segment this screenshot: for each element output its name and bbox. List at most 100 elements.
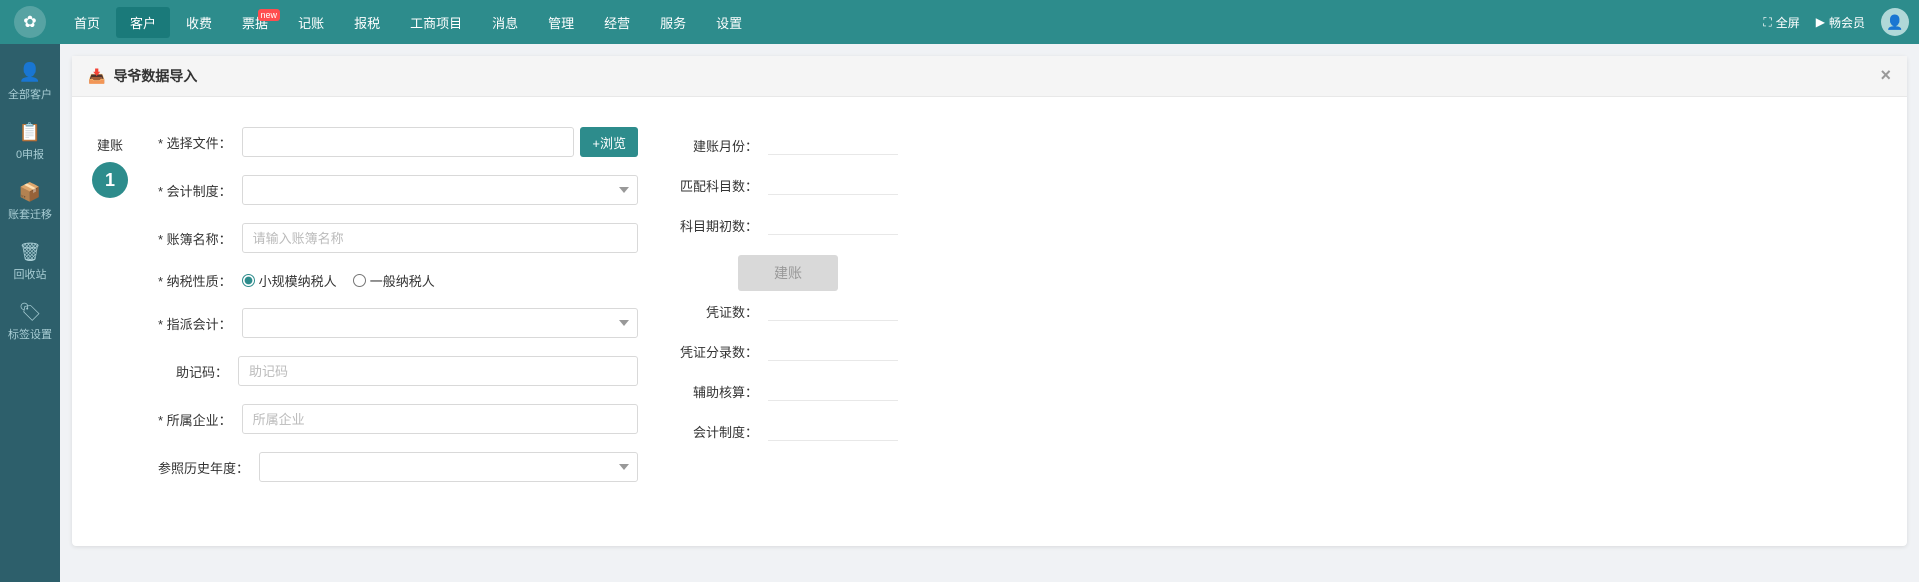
info-auxiliary-value (768, 381, 898, 401)
account-migration-icon: 📦 (19, 182, 41, 203)
nav-right-area: ⛶ 全屏 ▶ 畅会员 👤 (1763, 8, 1909, 36)
info-section: 建账月份： 匹配科目数： 科目期初数： 建账 (638, 127, 898, 500)
sidebar-item-all-customers[interactable]: 👤 全部客户 (0, 54, 60, 110)
accountant-label: * 指派会计： (158, 314, 242, 333)
ledger-name-input[interactable] (242, 223, 638, 253)
sidebar-item-tag-settings[interactable]: 🏷 标签设置 (0, 294, 60, 350)
nav-item-tickets[interactable]: 票据 new (228, 7, 282, 38)
zero-declaration-icon: 📋 (19, 122, 41, 143)
ledger-name-row: * 账簿名称： (158, 223, 638, 253)
info-match-label: 匹配科目数： (678, 176, 768, 195)
fullscreen-button[interactable]: ⛶ 全屏 (1763, 14, 1799, 31)
memo-label: 助记码： (158, 362, 238, 381)
file-row: +浏览 (242, 127, 638, 157)
sidebar-item-zero-declaration[interactable]: 📋 0申报 (0, 114, 60, 170)
nav-menu: 首页 客户 收费 票据 new 记账 报税 工商项目 消息 管理 经营 服务 设… (60, 7, 1763, 38)
tax-type-row: * 纳税性质： 小规模纳税人 一般纳税人 (158, 271, 638, 290)
tax-general-radio[interactable] (353, 274, 366, 287)
ledger-name-label: * 账簿名称： (158, 229, 242, 248)
history-year-select[interactable] (259, 452, 638, 482)
content-area: 📥 导爷数据导入 × 建账 1 * 选择文件： (60, 44, 1919, 582)
info-month-value (768, 135, 898, 155)
new-badge: new (258, 9, 281, 22)
sidebar-item-recycle-bin[interactable]: 🗑 回收站 (0, 234, 60, 290)
nav-item-home[interactable]: 首页 (60, 7, 114, 38)
avatar[interactable]: 👤 (1881, 8, 1909, 36)
tax-type-label: * 纳税性质： (158, 271, 242, 290)
avatar-icon: 👤 (1886, 14, 1903, 31)
dialog-header-icon: 📥 (88, 68, 105, 85)
form-section: * 选择文件： +浏览 * 会计制度： (158, 127, 638, 500)
info-voucher-value (768, 301, 898, 321)
history-year-row: 参照历史年度： (158, 452, 638, 482)
nav-item-settings[interactable]: 设置 (702, 7, 756, 38)
info-period-label: 科目期初数： (678, 216, 768, 235)
info-accounting-system-row: 会计制度： (678, 421, 898, 441)
import-dialog: 📥 导爷数据导入 × 建账 1 * 选择文件： (72, 56, 1907, 546)
info-month-row: 建账月份： (678, 135, 898, 155)
nav-item-customers[interactable]: 客户 (116, 7, 170, 38)
dialog-title: 导爷数据导入 (113, 66, 197, 86)
info-match-row: 匹配科目数： (678, 175, 898, 195)
dialog-header: 📥 导爷数据导入 × (72, 56, 1907, 97)
browse-button[interactable]: +浏览 (580, 127, 638, 157)
main-layout: 👤 全部客户 📋 0申报 📦 账套迁移 🗑 回收站 🏷 标签设置 📥 导爷数据导… (0, 44, 1919, 582)
top-navigation: ✿ 首页 客户 收费 票据 new 记账 报税 工商项目 消息 管理 经营 服务… (0, 0, 1919, 44)
company-row: * 所属企业： (158, 404, 638, 434)
info-accounting-system-label: 会计制度： (678, 422, 768, 441)
tax-small-label[interactable]: 小规模纳税人 (242, 271, 337, 290)
info-accounting-system-value (768, 421, 898, 441)
info-voucher-label: 凭证数： (678, 302, 768, 321)
fullscreen-icon: ⛶ (1763, 15, 1771, 30)
app-logo: ✿ (10, 2, 50, 42)
tag-settings-icon: 🏷 (19, 302, 42, 323)
accountant-select[interactable] (242, 308, 638, 338)
file-select-row: * 选择文件： +浏览 (158, 127, 638, 157)
info-voucher-entries-label: 凭证分录数： (678, 342, 768, 361)
info-period-value (768, 215, 898, 235)
tax-general-label[interactable]: 一般纳税人 (353, 271, 435, 290)
info-voucher-row: 凭证数： (678, 301, 898, 321)
info-period-row: 科目期初数： (678, 215, 898, 235)
history-year-label: 参照历史年度： (158, 458, 259, 477)
sidebar-item-account-migration[interactable]: 📦 账套迁移 (0, 174, 60, 230)
nav-item-messages[interactable]: 消息 (478, 7, 532, 38)
sidebar: 👤 全部客户 📋 0申报 📦 账套迁移 🗑 回收站 🏷 标签设置 (0, 44, 60, 582)
dialog-body: 建账 1 * 选择文件： +浏览 * 会计制度： (72, 97, 1907, 520)
all-customers-icon: 👤 (19, 62, 41, 83)
close-button[interactable]: × (1880, 66, 1891, 84)
memo-input[interactable] (238, 356, 638, 386)
info-auxiliary-label: 辅助核算： (678, 382, 768, 401)
nav-item-services[interactable]: 服务 (646, 7, 700, 38)
accounting-system-row: * 会计制度： (158, 175, 638, 205)
step-label: 建账 (97, 135, 123, 154)
info-auxiliary-row: 辅助核算： (678, 381, 898, 401)
build-account-button[interactable]: 建账 (738, 255, 838, 291)
build-btn-area: 建账 (678, 255, 898, 291)
file-input[interactable] (242, 127, 575, 157)
tax-small-text: 小规模纳税人 (259, 271, 337, 290)
step-circle: 1 (92, 162, 128, 198)
step-area: 建账 1 (92, 127, 128, 500)
nav-item-management[interactable]: 管理 (534, 7, 588, 38)
tax-type-radio-group: 小规模纳税人 一般纳税人 (242, 271, 435, 290)
info-month-label: 建账月份： (678, 136, 768, 155)
membership-button[interactable]: ▶ 畅会员 (1816, 14, 1865, 31)
tax-small-radio[interactable] (242, 274, 255, 287)
recycle-bin-icon: 🗑 (19, 242, 42, 263)
company-input[interactable] (242, 404, 638, 434)
accounting-system-label: * 会计制度： (158, 181, 242, 200)
info-voucher-entries-value (768, 341, 898, 361)
tax-general-text: 一般纳税人 (370, 271, 435, 290)
membership-icon: ▶ (1816, 15, 1825, 29)
nav-item-operations[interactable]: 经营 (590, 7, 644, 38)
accounting-system-select[interactable] (242, 175, 638, 205)
info-match-value (768, 175, 898, 195)
nav-item-accounting[interactable]: 记账 (284, 7, 338, 38)
memo-row: 助记码： (158, 356, 638, 386)
nav-item-fees[interactable]: 收费 (172, 7, 226, 38)
logo-icon: ✿ (14, 6, 46, 38)
nav-item-tax[interactable]: 报税 (340, 7, 394, 38)
nav-item-projects[interactable]: 工商项目 (396, 7, 476, 38)
accountant-row: * 指派会计： (158, 308, 638, 338)
